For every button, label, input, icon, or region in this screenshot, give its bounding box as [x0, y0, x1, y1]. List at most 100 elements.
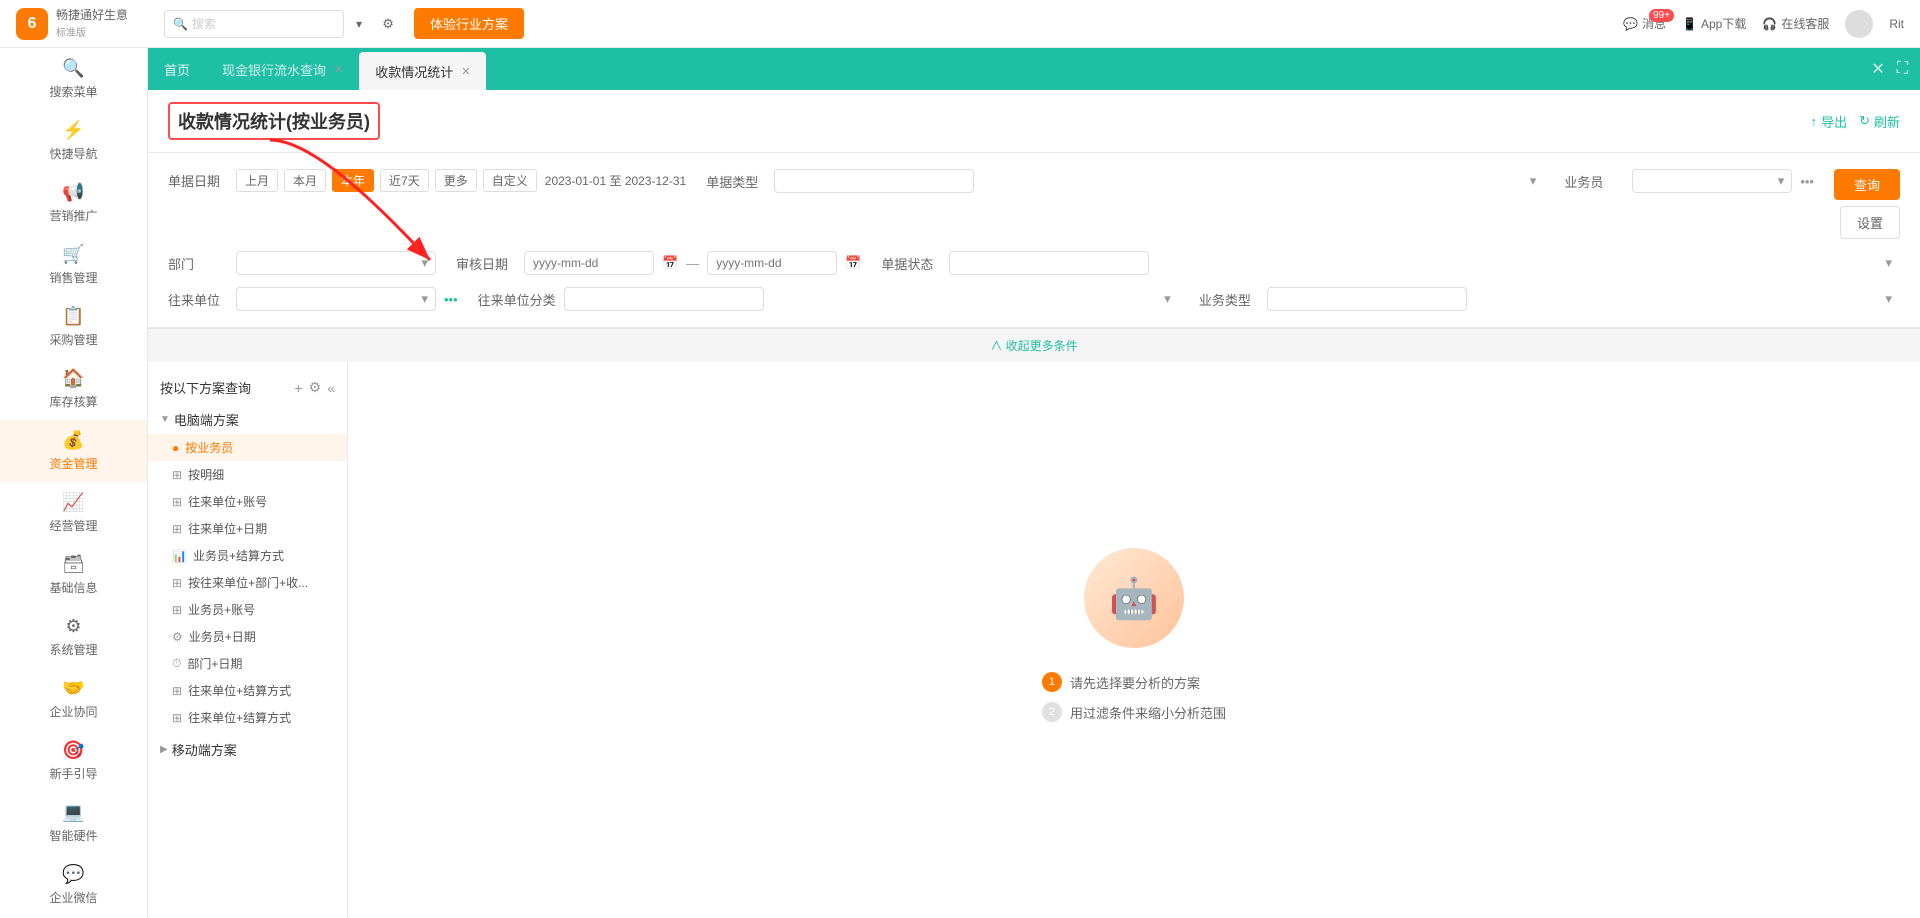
schema-settings-icon[interactable]: ⚙: [309, 379, 322, 396]
salesperson-label: 业务员: [1564, 172, 1624, 191]
tab-home[interactable]: 首页: [148, 48, 206, 90]
date-range-text: 2023-01-01 至 2023-12-31: [545, 172, 686, 189]
logo-area: 6 畅捷通好生意 标准版: [16, 8, 164, 40]
schema-item-9-icon: ⊞: [172, 684, 182, 698]
setting-button[interactable]: 设置: [1840, 206, 1900, 239]
hardware-icon: 💻: [62, 802, 84, 823]
sidebar-item-inventory[interactable]: 🏠 库存核算: [0, 358, 147, 420]
tab-revenue-stats-close[interactable]: ✕: [461, 65, 470, 78]
date-shortcuts: 上月 本月 本年 近7天 更多 自定义: [236, 169, 537, 192]
tab-expand-icon[interactable]: ⛶: [1897, 60, 1908, 78]
tab-bank-query[interactable]: 现金银行流水查询 ✕: [206, 48, 359, 90]
sidebar-item-marketing[interactable]: 📢 营销推广: [0, 172, 147, 234]
business-type-label: 业务类型: [1199, 290, 1259, 309]
sidebar-item-search[interactable]: 🔍 搜索菜单: [0, 48, 147, 110]
voucher-status-label: 单据状态: [881, 254, 941, 273]
sidebar-item-sales[interactable]: 🛒 销售管理: [0, 234, 147, 296]
department-select[interactable]: [236, 251, 436, 275]
schema-item-9[interactable]: ⊞ 往来单位+结算方式: [148, 677, 347, 704]
chevron-down-icon: ▾: [356, 17, 362, 31]
header-nav: 🔍 搜索 ▾ ⚙ 体验行业方案: [164, 8, 1623, 39]
tab-bar: 首页 现金银行流水查询 ✕ 收款情况统计 ✕ ✕ ⛶: [148, 48, 1920, 90]
collapse-bar[interactable]: ∧ 收起更多条件: [148, 328, 1920, 362]
salesperson-more-icon[interactable]: •••: [1800, 174, 1814, 189]
review-date-to[interactable]: [707, 251, 837, 275]
filter-actions: 查询 设置: [1834, 169, 1900, 239]
schema-item-6-icon: ⊞: [172, 603, 182, 617]
inventory-icon: 🏠: [62, 368, 84, 389]
schema-add-icon[interactable]: +: [294, 380, 302, 396]
query-button[interactable]: 查询: [1834, 169, 1900, 200]
trial-button[interactable]: 体验行业方案: [414, 8, 524, 39]
schema-collapse-icon[interactable]: «: [327, 380, 335, 396]
step-num-1: 1: [1042, 672, 1062, 692]
sidebar-item-quicknav[interactable]: ⚡ 快捷导航: [0, 110, 147, 172]
collab-icon: 🤝: [62, 678, 84, 699]
schema-item-0[interactable]: ● 按业务员: [148, 434, 347, 461]
avatar[interactable]: [1845, 10, 1873, 38]
empty-step-1: 1 请先选择要分析的方案: [1042, 672, 1226, 692]
schema-item-2[interactable]: ⊞ 往来单位+账号: [148, 488, 347, 515]
customer-more-icon[interactable]: •••: [444, 292, 458, 307]
schema-item-7[interactable]: ⚙ 业务员+日期: [148, 623, 347, 650]
sidebar-item-newbie[interactable]: 🎯 新手引导: [0, 730, 147, 792]
calendar-from-icon[interactable]: 📅: [662, 255, 678, 271]
message-badge: 99+: [1649, 9, 1674, 22]
search-placeholder: 搜索: [192, 15, 216, 32]
schema-item-8-icon: ⏱: [172, 656, 181, 671]
calendar-to-icon[interactable]: 📅: [845, 255, 861, 271]
schema-item-7-icon: ⚙: [172, 630, 183, 644]
sidebar-item-base-info[interactable]: 🗃 基础信息: [0, 544, 147, 606]
gear-icon[interactable]: ⚙: [374, 10, 402, 38]
schema-item-6[interactable]: ⊞ 业务员+账号: [148, 596, 347, 623]
purchase-icon: 📋: [62, 306, 84, 327]
date-btn-custom[interactable]: 自定义: [483, 169, 537, 192]
voucher-type-select[interactable]: [774, 169, 974, 193]
sidebar-item-hardware[interactable]: 💻 智能硬件: [0, 792, 147, 854]
mobile-group-arrow-icon: ▶: [160, 744, 168, 755]
refresh-button[interactable]: ↻ 刷新: [1859, 112, 1900, 131]
schema-panel: 按以下方案查询 + ⚙ « ▼ 电脑端方案: [148, 362, 348, 918]
voucher-status-select[interactable]: [949, 251, 1149, 275]
schema-item-10-icon: ⊞: [172, 711, 182, 725]
export-icon: ↑: [1811, 114, 1818, 129]
date-btn-more[interactable]: 更多: [435, 169, 477, 192]
sidebar-item-collab[interactable]: 🤝 企业协同: [0, 668, 147, 730]
schema-item-5[interactable]: ⊞ 按往来单位+部门+收...: [148, 569, 347, 596]
app-download-button[interactable]: 📱 App下载: [1682, 15, 1746, 32]
date-btn-last-month[interactable]: 上月: [236, 169, 278, 192]
tab-bank-query-close[interactable]: ✕: [334, 63, 343, 76]
header-search[interactable]: 🔍 搜索: [164, 10, 344, 38]
message-button[interactable]: 💬 消息 99+: [1623, 15, 1666, 32]
date-btn-this-month[interactable]: 本月: [284, 169, 326, 192]
customer-category-select[interactable]: [564, 287, 764, 311]
sidebar-item-finance[interactable]: 💰 资金管理: [0, 420, 147, 482]
sidebar-item-purchase[interactable]: 📋 采购管理: [0, 296, 147, 358]
header-dropdown[interactable]: ▾: [356, 17, 362, 31]
schema-item-10[interactable]: ⊞ 往来单位+结算方式: [148, 704, 347, 731]
customer-category-label: 往来单位分类: [478, 290, 556, 309]
date-btn-this-year[interactable]: 本年: [332, 169, 374, 192]
schema-group-pc-header[interactable]: ▼ 电脑端方案: [148, 405, 347, 434]
review-date-from[interactable]: [524, 251, 654, 275]
customer-select[interactable]: [236, 287, 436, 311]
online-service-button[interactable]: 🎧 在线客服: [1762, 15, 1829, 32]
schema-item-4[interactable]: 📊 业务员+结算方式: [148, 542, 347, 569]
sidebar-item-weixin[interactable]: 💬 企业微信: [0, 854, 147, 916]
tab-revenue-stats[interactable]: 收款情况统计 ✕: [359, 52, 486, 90]
schema-group-mobile-header[interactable]: ▶ 移动端方案: [148, 735, 347, 764]
sidebar-item-operations[interactable]: 📈 经营管理: [0, 482, 147, 544]
logo-badge: 标准版: [56, 24, 128, 39]
schema-item-8[interactable]: ⏱ 部门+日期: [148, 650, 347, 677]
empty-steps: 1 请先选择要分析的方案 2 用过滤条件来缩小分析范围: [1042, 672, 1226, 732]
date-btn-7days[interactable]: 近7天: [380, 169, 429, 192]
schema-item-3-icon: ⊞: [172, 522, 182, 536]
tab-close-all-icon[interactable]: ✕: [1871, 59, 1884, 79]
schema-item-3[interactable]: ⊞ 往来单位+日期: [148, 515, 347, 542]
business-type-select[interactable]: [1267, 287, 1467, 311]
review-date-label: 审核日期: [456, 254, 516, 273]
schema-item-1[interactable]: ⊞ 按明细: [148, 461, 347, 488]
salesperson-select[interactable]: [1632, 169, 1792, 193]
export-button[interactable]: ↑ 导出: [1811, 112, 1848, 131]
sidebar-item-system[interactable]: ⚙ 系统管理: [0, 606, 147, 668]
